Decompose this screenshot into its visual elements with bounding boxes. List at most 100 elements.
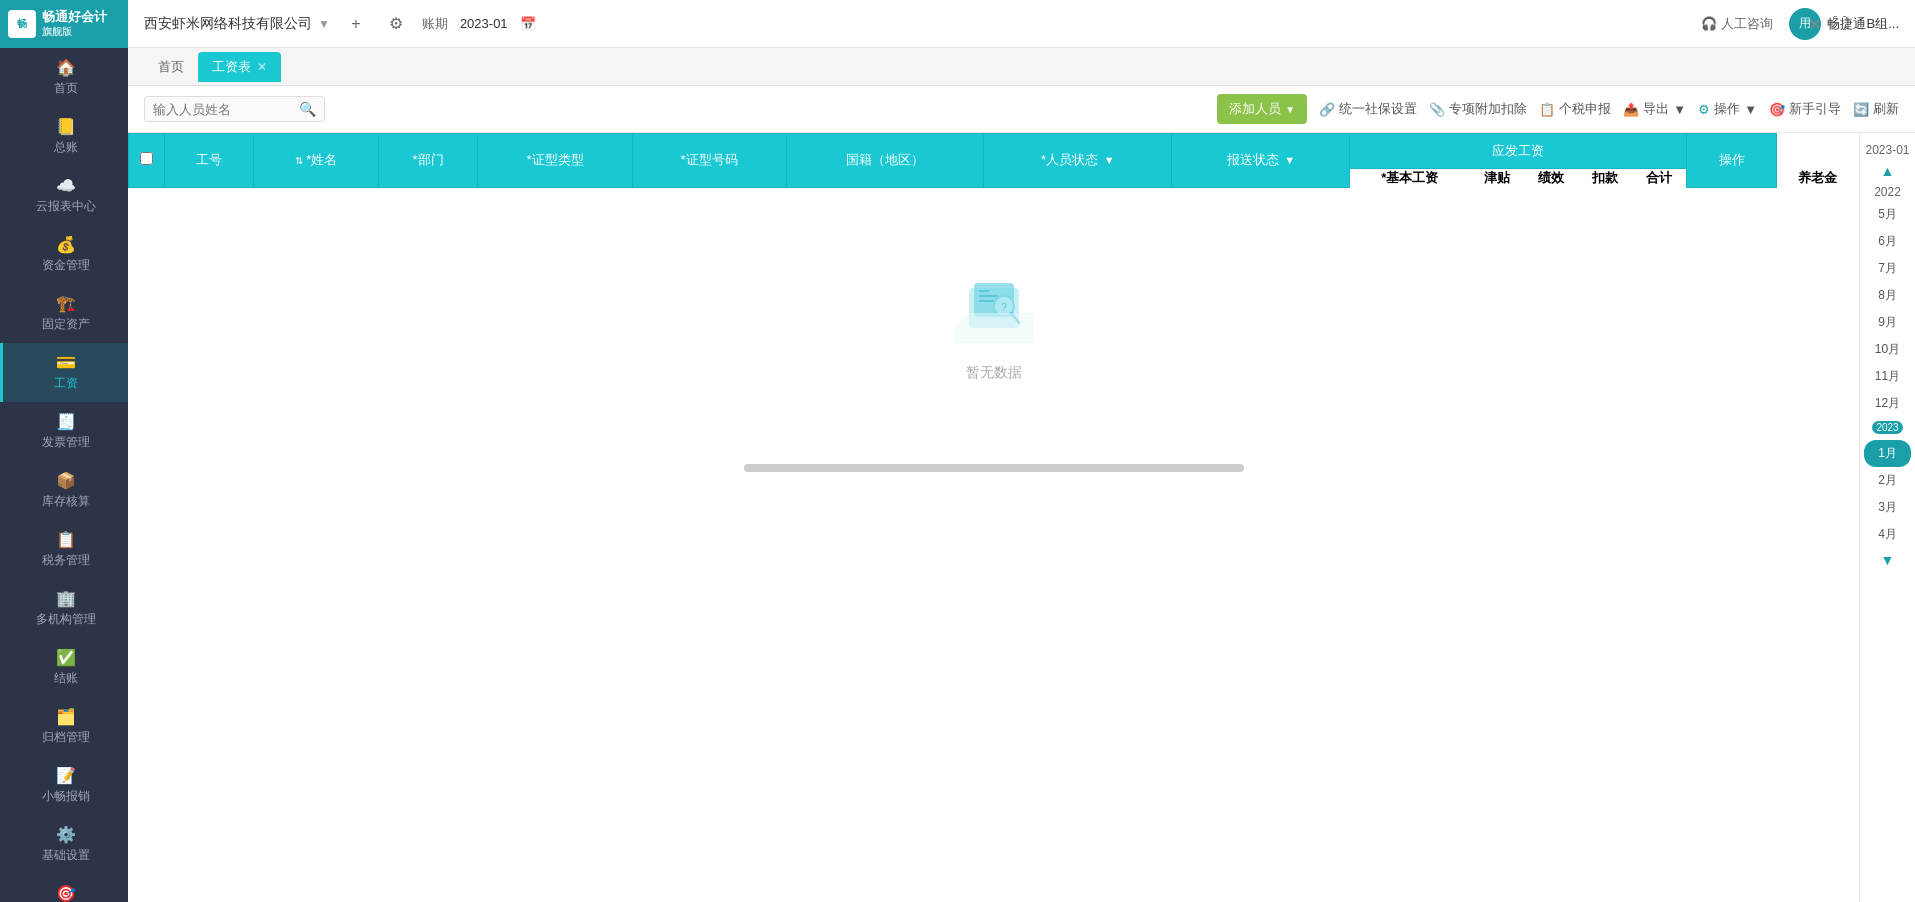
search-input[interactable] [153, 102, 293, 117]
sidebar-item-fixed-assets[interactable]: 🏗️固定资产 [0, 284, 128, 343]
header-left: 西安虾米网络科技有限公司 ▼ + ⚙ 账期 2023-01 📅 [144, 10, 536, 38]
panel-expand-button[interactable]: ⛶ [1829, 13, 1851, 35]
sidebar-item-label-settings: 基础设置 [42, 847, 90, 864]
sidebar-item-expense[interactable]: 📝小畅报销 [0, 756, 128, 815]
sidebar-item-home[interactable]: 🏠首页 [0, 48, 128, 107]
svg-marker-7 [954, 313, 1034, 343]
export-label: 导出 [1643, 100, 1669, 118]
social-insurance-icon: 🔗 [1319, 102, 1335, 117]
tax-icon: 📋 [56, 530, 76, 549]
sidebar-item-salary[interactable]: 💳工资 [0, 343, 128, 402]
month-item-4[interactable]: 4月 [1860, 521, 1915, 548]
month-item-7[interactable]: 7月 [1860, 255, 1915, 282]
month-item-11[interactable]: 11月 [1860, 363, 1915, 390]
sidebar-item-ledger[interactable]: 📒总账 [0, 107, 128, 166]
table-header-person-status[interactable]: *人员状态 ▼ [984, 134, 1172, 188]
month-item-1[interactable]: 1月 [1864, 440, 1911, 467]
month-item-2[interactable]: 2月 [1860, 467, 1915, 494]
toolbar-left: 🔍 [144, 96, 325, 122]
operation-chevron-icon: ▼ [1744, 102, 1757, 117]
table-header-cert-no: *证型号码 [632, 134, 786, 188]
operation-button[interactable]: ⚙ 操作 ▼ [1698, 100, 1757, 118]
content-area: 🔍 添加人员 ▼ 🔗 统一社保设置 📎 专项附加扣除 📋 个 [128, 86, 1915, 902]
refresh-button[interactable]: 🔄 刷新 [1853, 100, 1899, 118]
table-header-name: ⇅ *姓名 [254, 134, 378, 188]
sidebar-item-checkout[interactable]: ✅结账 [0, 638, 128, 697]
archive-icon: 🗂️ [56, 707, 76, 726]
period-label: 账期 [422, 15, 448, 33]
add-person-label: 添加人员 [1229, 100, 1281, 118]
svg-rect-2 [979, 290, 989, 292]
content-body: 工号 ⇅ *姓名 *部门 *证型类型 *证型号码 国籍（地区） *人员状态 ▼ [128, 133, 1915, 902]
sidebar-item-inventory[interactable]: 📦库存核算 [0, 461, 128, 520]
panel-up-arrow[interactable]: ▲ [1877, 159, 1899, 183]
company-name: 西安虾米网络科技有限公司 [144, 15, 312, 33]
export-button[interactable]: 📤 导出 ▼ [1623, 100, 1686, 118]
sidebar-item-multi-org[interactable]: 🏢 多机构管理 [0, 579, 128, 638]
table-header-report-status[interactable]: 报送状态 ▼ [1172, 134, 1350, 188]
svg-text:?: ? [1001, 302, 1007, 313]
fixed-assets-icon: 🏗️ [56, 294, 76, 313]
horizontal-scrollbar[interactable] [744, 464, 1244, 472]
sidebar-item-archive[interactable]: 🗂️归档管理 [0, 697, 128, 756]
empty-illustration: ? [954, 268, 1034, 348]
sidebar-item-label-invoice: 发票管理 [42, 434, 90, 451]
sidebar-item-settings[interactable]: ⚙️ 基础设置 [0, 815, 128, 874]
month-item-3[interactable]: 3月 [1860, 494, 1915, 521]
table-header-allowance: 津贴 [1470, 169, 1524, 188]
company-selector[interactable]: 西安虾米网络科技有限公司 ▼ [144, 15, 330, 33]
invoice-icon: 🧾 [56, 412, 76, 431]
calendar-icon[interactable]: 📅 [520, 16, 536, 31]
filter-status-icon: ▼ [1104, 154, 1115, 166]
inventory-icon: 📦 [56, 471, 76, 490]
settings-icon[interactable]: ⚙ [382, 10, 410, 38]
social-insurance-button[interactable]: 🔗 统一社保设置 [1319, 100, 1417, 118]
fund-icon: 💰 [56, 235, 76, 254]
table-container[interactable]: 工号 ⇅ *姓名 *部门 *证型类型 *证型号码 国籍（地区） *人员状态 ▼ [128, 133, 1859, 902]
search-box[interactable]: 🔍 [144, 96, 325, 122]
month-item-5[interactable]: 5月 [1860, 201, 1915, 228]
settings-icon: ⚙️ [56, 825, 76, 844]
tab-home[interactable]: 首页 [144, 52, 198, 82]
special-deduction-button[interactable]: 📎 专项附加扣除 [1429, 100, 1527, 118]
month-item-12[interactable]: 12月 [1860, 390, 1915, 417]
sidebar-item-fund[interactable]: 💰 资金管理 [0, 225, 128, 284]
table-header-checkbox[interactable] [129, 134, 165, 188]
operation-icon: ⚙ [1698, 102, 1710, 117]
month-item-9[interactable]: 9月 [1860, 309, 1915, 336]
month-item-8[interactable]: 8月 [1860, 282, 1915, 309]
add-company-button[interactable]: + [342, 10, 370, 38]
sidebar-item-tax[interactable]: 📋税务管理 [0, 520, 128, 579]
period-value: 2023-01 [460, 16, 508, 31]
guide-button[interactable]: 🎯 新手引导 [1769, 100, 1841, 118]
tab-salary-table[interactable]: 工资表 ✕ [198, 52, 281, 82]
sidebar-item-label-fund: 资金管理 [42, 257, 90, 274]
month-item-6[interactable]: 6月 [1860, 228, 1915, 255]
panel-close-button[interactable]: ✕ [1803, 13, 1825, 35]
panel-down-arrow[interactable]: ▼ [1877, 548, 1899, 572]
sidebar-item-cloud-report[interactable]: ☁️云报表中心 [0, 166, 128, 225]
select-all-checkbox[interactable] [140, 152, 153, 165]
tax-report-button[interactable]: 📋 个税申报 [1539, 100, 1611, 118]
empty-text: 暂无数据 [966, 364, 1022, 382]
sidebar-item-label-multi-org: 多机构管理 [36, 611, 96, 628]
add-person-chevron-icon: ▼ [1285, 104, 1295, 115]
operation-label: 操作 [1714, 100, 1740, 118]
multi-org-icon: 🏢 [56, 589, 76, 608]
add-person-button[interactable]: 添加人员 ▼ [1217, 94, 1307, 124]
sidebar-item-guide[interactable]: 🎯新手引导 [0, 874, 128, 902]
scrollbar-area[interactable] [128, 462, 1859, 474]
table-header-deduction: 扣款 [1578, 169, 1632, 188]
service-button[interactable]: 🎧 人工咨询 [1701, 15, 1773, 33]
toolbar-right: 添加人员 ▼ 🔗 统一社保设置 📎 专项附加扣除 📋 个税申报 📤 [1217, 94, 1899, 124]
tab-salary-table-label: 工资表 [212, 58, 251, 76]
table-header-basic-wage: *基本工资 [1350, 169, 1470, 188]
sidebar-item-invoice[interactable]: 🧾 发票管理 [0, 402, 128, 461]
export-icon: 📤 [1623, 102, 1639, 117]
tab-close-icon[interactable]: ✕ [257, 60, 267, 74]
service-label: 人工咨询 [1721, 15, 1773, 33]
svg-rect-4 [979, 300, 994, 302]
month-item-10[interactable]: 10月 [1860, 336, 1915, 363]
special-deduction-label: 专项附加扣除 [1449, 100, 1527, 118]
table-header-total: 合计 [1632, 169, 1687, 188]
